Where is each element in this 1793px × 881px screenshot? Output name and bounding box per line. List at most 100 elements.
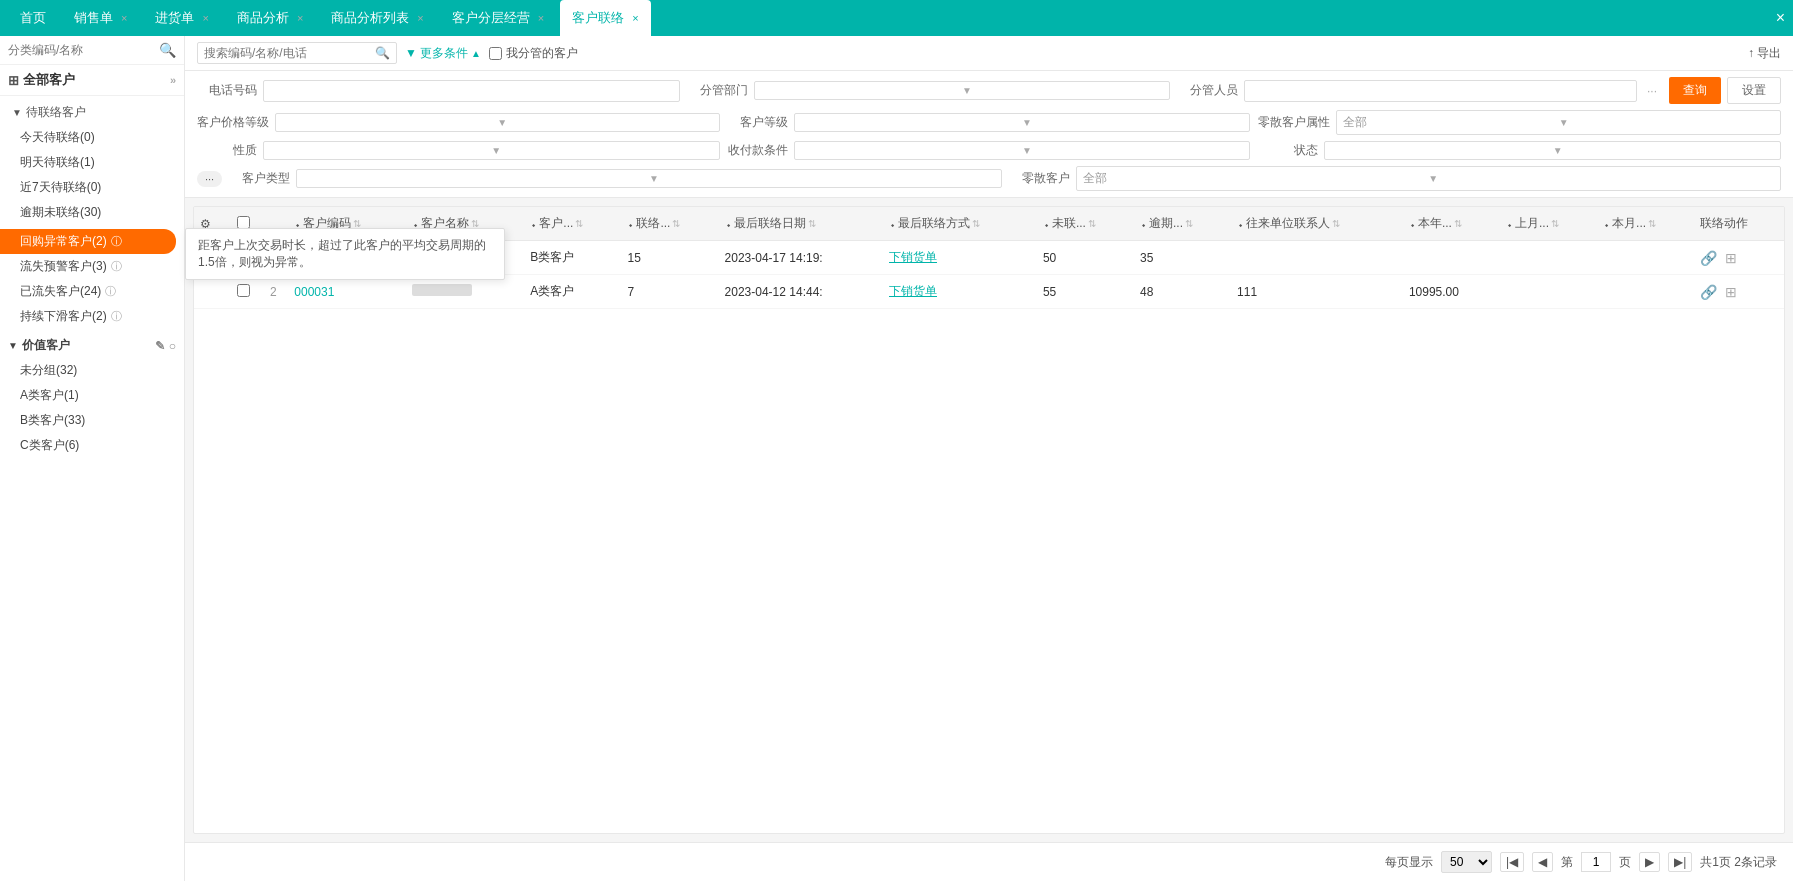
my-customers-filter: 我分管的客户 xyxy=(489,45,578,62)
sidebar-search-input[interactable] xyxy=(8,43,159,57)
tab-analysis-list[interactable]: 商品分析列表 × xyxy=(319,0,435,36)
adv-select-payment[interactable]: ▼ xyxy=(794,141,1251,160)
adv-select-customer-type[interactable]: ▼ xyxy=(296,169,1001,188)
tab-purchase-close[interactable]: × xyxy=(202,12,208,24)
value-group-add-icon[interactable]: ○ xyxy=(169,339,176,353)
row2-uncontacted: 55 xyxy=(1037,275,1134,309)
adv-field-customer-type: 客户类型 ▼ xyxy=(230,169,1001,188)
adv-label-customer-level: 客户等级 xyxy=(728,114,788,131)
page-number-input[interactable] xyxy=(1581,852,1611,872)
adv-manager-dots[interactable]: ··· xyxy=(1643,84,1661,98)
adv-select-retail-attr[interactable]: 全部 ▼ xyxy=(1336,110,1781,135)
tab-customer-contact[interactable]: 客户联络 × xyxy=(560,0,650,36)
filter-more-arrow: ▲ xyxy=(471,48,481,59)
adv-input-phone[interactable] xyxy=(263,80,680,102)
query-button[interactable]: 查询 xyxy=(1669,77,1721,104)
adv-select-status-arrow: ▼ xyxy=(1553,145,1774,156)
tab-purchase[interactable]: 进货单 × xyxy=(143,0,220,36)
sidebar-item-overdue[interactable]: 逾期未联络(30) xyxy=(0,200,184,225)
value-group-edit-icon[interactable]: ✎ xyxy=(155,339,165,353)
first-page-button[interactable]: |◀ xyxy=(1500,852,1524,872)
adv-select-dept[interactable]: ▼ xyxy=(754,81,1171,100)
row2-this-month xyxy=(1597,275,1694,309)
sidebar-item-tomorrow[interactable]: 明天待联络(1) xyxy=(0,150,184,175)
tab-sales-close[interactable]: × xyxy=(121,12,127,24)
tab-analysis[interactable]: 商品分析 × xyxy=(225,0,315,36)
col-action: 联络动作 xyxy=(1694,207,1784,241)
tab-customer-tier-close[interactable]: × xyxy=(538,12,544,24)
adv-select-nature[interactable]: ▼ xyxy=(263,141,720,160)
sidebar-item-class-b[interactable]: B类客户(33) xyxy=(0,408,184,433)
row1-type: B类客户 xyxy=(524,241,621,275)
my-customers-checkbox[interactable] xyxy=(489,47,502,60)
collapse-arrow-icon: » xyxy=(170,74,176,86)
tab-home-label: 首页 xyxy=(20,9,46,27)
value-arrow-icon: ▼ xyxy=(8,340,18,351)
sidebar-item-today[interactable]: 今天待联络(0) xyxy=(0,125,184,150)
filter-search-box: 🔍 xyxy=(197,42,397,64)
my-customers-label: 我分管的客户 xyxy=(506,45,578,62)
sidebar-item-churn-warning[interactable]: 流失预警客户(3) ⓘ xyxy=(0,254,184,279)
tab-analysis-list-close[interactable]: × xyxy=(417,12,423,24)
tab-sales[interactable]: 销售单 × xyxy=(62,0,139,36)
value-group-title[interactable]: ▼ 价值客户 ✎ ○ xyxy=(0,333,184,358)
all-customers-label: 全部客户 xyxy=(23,71,75,89)
export-button[interactable]: ↑ 导出 xyxy=(1748,45,1781,62)
row2-last-way[interactable]: 下销货单 xyxy=(883,275,1037,309)
pagination-bar: 每页显示 50 20 100 |◀ ◀ 第 页 ▶ ▶| 共1页 2条记录 xyxy=(185,842,1793,881)
col-last-contact-way: ⬩最后联络方式⇅ xyxy=(883,207,1037,241)
last-page-button[interactable]: ▶| xyxy=(1668,852,1692,872)
pending-group-title[interactable]: ▼ 待联络客户 xyxy=(0,100,184,125)
sidebar-item-churned[interactable]: 已流失客户(24) ⓘ xyxy=(0,279,184,304)
filter-search-icon[interactable]: 🔍 xyxy=(375,46,390,60)
adv-input-manager[interactable] xyxy=(1244,80,1637,102)
adv-dots-tag: ··· xyxy=(197,171,222,187)
sidebar-item-class-c[interactable]: C类客户(6) xyxy=(0,433,184,458)
sidebar-search-icon[interactable]: 🔍 xyxy=(159,42,176,58)
filter-more-button[interactable]: ▼ 更多条件 ▲ xyxy=(405,45,481,62)
value-group: ▼ 价值客户 ✎ ○ 未分组(32) A类客户(1) B类客户(33) C类客户… xyxy=(0,329,184,462)
all-customers-title[interactable]: ⊞ 全部客户 » xyxy=(0,65,184,96)
export-icon: ↑ xyxy=(1748,46,1754,60)
close-all-button[interactable]: × xyxy=(1776,9,1785,27)
pending-group-label: 待联络客户 xyxy=(26,104,86,121)
tab-analysis-list-label: 商品分析列表 xyxy=(331,9,409,27)
col-contact: ⬩联络...⇅ xyxy=(621,207,718,241)
row1-this-month xyxy=(1597,241,1694,275)
filter-search-input[interactable] xyxy=(204,46,375,60)
set-button[interactable]: 设置 xyxy=(1727,77,1781,104)
adv-select-status[interactable]: ▼ xyxy=(1324,141,1781,160)
adv-select-retail-customer[interactable]: 全部 ▼ xyxy=(1076,166,1781,191)
content-area: 🔍 ▼ 更多条件 ▲ 我分管的客户 ↑ 导出 电话号码 xyxy=(185,36,1793,881)
tab-home[interactable]: 首页 xyxy=(8,0,58,36)
per-page-select[interactable]: 50 20 100 xyxy=(1441,851,1492,873)
prev-page-button[interactable]: ◀ xyxy=(1532,852,1553,872)
next-page-button[interactable]: ▶ xyxy=(1639,852,1660,872)
sidebar-item-7days[interactable]: 近7天待联络(0) xyxy=(0,175,184,200)
filter-icon: ▼ xyxy=(405,46,417,60)
select-all-checkbox[interactable] xyxy=(237,216,250,229)
sidebar-item-declining[interactable]: 持续下滑客户(2) ⓘ xyxy=(0,304,184,329)
row2-action-link-icon[interactable]: 🔗 xyxy=(1700,284,1717,300)
adv-select-customer-level[interactable]: ▼ xyxy=(794,113,1251,132)
tab-analysis-label: 商品分析 xyxy=(237,9,289,27)
total-label: 共1页 2条记录 xyxy=(1700,854,1777,871)
sidebar-item-class-a[interactable]: A类客户(1) xyxy=(0,383,184,408)
tab-analysis-close[interactable]: × xyxy=(297,12,303,24)
adv-row-1: 电话号码 分管部门 ▼ 分管人员 ··· 查询 设置 xyxy=(197,77,1781,104)
tab-customer-contact-close[interactable]: × xyxy=(632,12,638,24)
value-group-label: 价值客户 xyxy=(22,337,70,354)
tab-customer-tier[interactable]: 客户分层经营 × xyxy=(440,0,556,36)
adv-row-2: 客户价格等级 ▼ 客户等级 ▼ 零散客户属性 全部 xyxy=(197,110,1781,135)
row1-last-way[interactable]: 下销货单 xyxy=(883,241,1037,275)
adv-select-price-level[interactable]: ▼ xyxy=(275,113,720,132)
sidebar-item-repurchase-abnormal[interactable]: 回购异常客户(2) ⓘ xyxy=(0,229,176,254)
sidebar-item-ungraded[interactable]: 未分组(32) xyxy=(0,358,184,383)
row1-action-link-icon[interactable]: 🔗 xyxy=(1700,250,1717,266)
row2-action-grid-icon[interactable]: ⊞ xyxy=(1725,284,1737,300)
pending-arrow-icon: ▼ xyxy=(12,107,22,118)
col-overdue: ⬩逾期...⇅ xyxy=(1134,207,1231,241)
row1-action-grid-icon[interactable]: ⊞ xyxy=(1725,250,1737,266)
adv-label-retail-customer: 零散客户 xyxy=(1010,170,1070,187)
col-this-month: ⬩本月...⇅ xyxy=(1597,207,1694,241)
